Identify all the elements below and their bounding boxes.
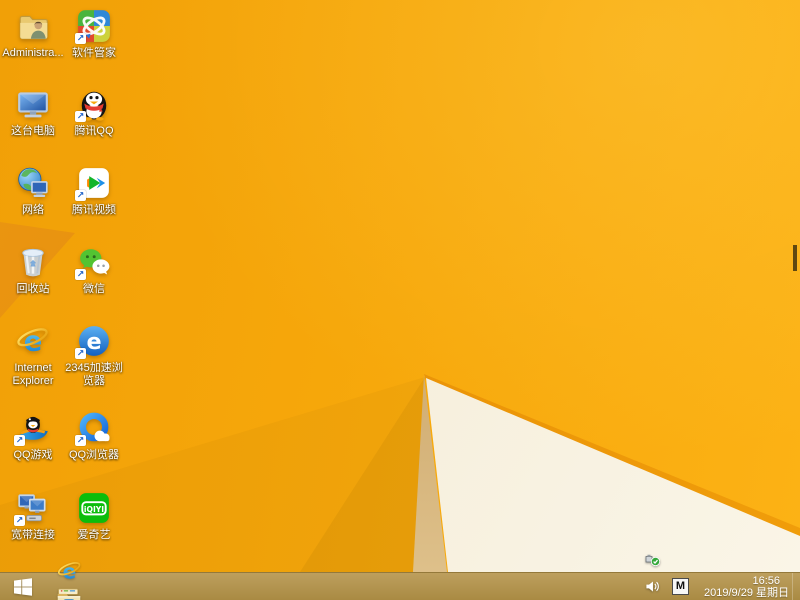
qq-penguin-icon: ↗ (75, 86, 112, 122)
broadband-icon: ↗ (14, 490, 51, 526)
desktop-icon-qq-games[interactable]: ↗ QQ游戏 (0, 410, 66, 462)
wechat-icon: ↗ (75, 244, 112, 280)
shortcut-arrow-icon: ↗ (75, 33, 86, 44)
desktop-icon-label: 回收站 (16, 283, 50, 295)
usb-safely-remove-icon[interactable] (642, 545, 662, 573)
desktop-icon-qq-browser[interactable]: ↗ QQ浏览器 (61, 410, 127, 462)
desktop-icon-label: 爱奇艺 (77, 529, 111, 541)
tray-icons (642, 545, 662, 600)
desktop-icon-tencent-video[interactable]: ↗ 腾讯视频 (61, 165, 127, 217)
windows-start-icon (14, 577, 32, 596)
user-folder-icon (15, 8, 51, 44)
shortcut-arrow-icon: ↗ (75, 348, 86, 359)
desktop-icon-browser-2345[interactable]: e ↗ 2345加速浏览器 (61, 323, 127, 388)
software-manager-icon: ↗ (75, 8, 112, 44)
browser-2345-icon: e ↗ (75, 323, 112, 359)
desktop-icon-label: 腾讯视频 (72, 204, 116, 216)
screen-edge-artifact (793, 245, 797, 271)
clock-date: 2019/9/29 星期日 (704, 586, 789, 599)
start-button[interactable] (0, 573, 46, 600)
ie-icon: e (15, 323, 51, 359)
pinned-apps: e (46, 559, 92, 600)
desktop-icon-label: 腾讯QQ (74, 125, 114, 137)
desktop-icon-label: 网络 (22, 204, 44, 216)
desktop-icon-tencent-qq[interactable]: ↗ 腾讯QQ (61, 86, 127, 138)
taskbar: e M 16:56 2019/9/29 星期日 (0, 554, 800, 600)
desktop-icon-label: 微信 (83, 283, 105, 295)
taskbar-button-file-explorer[interactable] (46, 587, 92, 600)
desktop-background[interactable]: Administra... ↗ 软件管家这台电脑 ↗ 腾讯QQ 网络 ↗ 腾讯视频回收站 ↗ 微信… (0, 0, 800, 572)
show-desktop-button[interactable] (792, 572, 800, 600)
desktop-icon-label: 软件管家 (72, 47, 116, 59)
svg-text:e: e (86, 329, 101, 355)
ime-indicator[interactable]: M (672, 578, 689, 595)
taskbar-clock[interactable]: 16:56 2019/9/29 星期日 (697, 575, 792, 599)
qq-games-icon: ↗ (14, 410, 51, 446)
desktop-icon-this-pc[interactable]: 这台电脑 (0, 86, 66, 138)
clock-time: 16:56 (752, 574, 780, 587)
desktop-icon-label: 2345加速浏览器 (65, 362, 123, 387)
desktop-icon-software-manager[interactable]: ↗ 软件管家 (61, 8, 127, 60)
shortcut-arrow-icon: ↗ (75, 435, 86, 446)
desktop-icon-broadband[interactable]: ↗ 宽带连接 (0, 490, 66, 542)
desktop-icon-wechat[interactable]: ↗ 微信 (61, 244, 127, 296)
desktop-icon-network[interactable]: 网络 (0, 165, 66, 217)
recycle-bin-icon (15, 244, 51, 280)
desktop-icon-recycle-bin[interactable]: 回收站 (0, 244, 66, 296)
shortcut-arrow-icon: ↗ (14, 515, 25, 526)
ie-taskbar-icon: e (57, 559, 82, 587)
desktop-icon-label: Internet Explorer (12, 362, 54, 387)
tencent-video-icon: ↗ (75, 165, 112, 201)
desktop-icon-label: 这台电脑 (11, 125, 55, 137)
screen: Administra... ↗ 软件管家这台电脑 ↗ 腾讯QQ 网络 ↗ 腾讯视频回收站 ↗ 微信… (0, 0, 800, 600)
desktop-icon-label: Administra... (2, 47, 64, 59)
network-globe-icon (15, 165, 51, 201)
shortcut-arrow-icon: ↗ (14, 435, 25, 446)
desktop-icon-administrator[interactable]: Administra... (0, 8, 66, 60)
desktop-icon-label: 宽带连接 (11, 529, 55, 541)
desktop-icon-label: QQ游戏 (13, 449, 53, 461)
qq-browser-icon: ↗ (75, 410, 112, 446)
desktop-icon-internet-explorer[interactable]: e Internet Explorer (0, 323, 66, 388)
system-tray: M 16:56 2019/9/29 星期日 (642, 554, 800, 600)
shortcut-arrow-icon: ↗ (75, 190, 86, 201)
volume-icon[interactable] (642, 573, 662, 600)
iqiyi-icon: iQIYI (76, 490, 112, 526)
computer-icon (15, 86, 51, 122)
shortcut-arrow-icon: ↗ (75, 111, 86, 122)
taskbar-button-internet-explorer[interactable]: e (46, 559, 92, 587)
svg-text:iQIYI: iQIYI (84, 505, 104, 514)
shortcut-arrow-icon: ↗ (75, 269, 86, 280)
desktop-icon-label: QQ浏览器 (68, 449, 120, 461)
file-explorer-icon (56, 588, 82, 600)
desktop-icon-iqiyi[interactable]: iQIYI 爱奇艺 (61, 490, 127, 542)
